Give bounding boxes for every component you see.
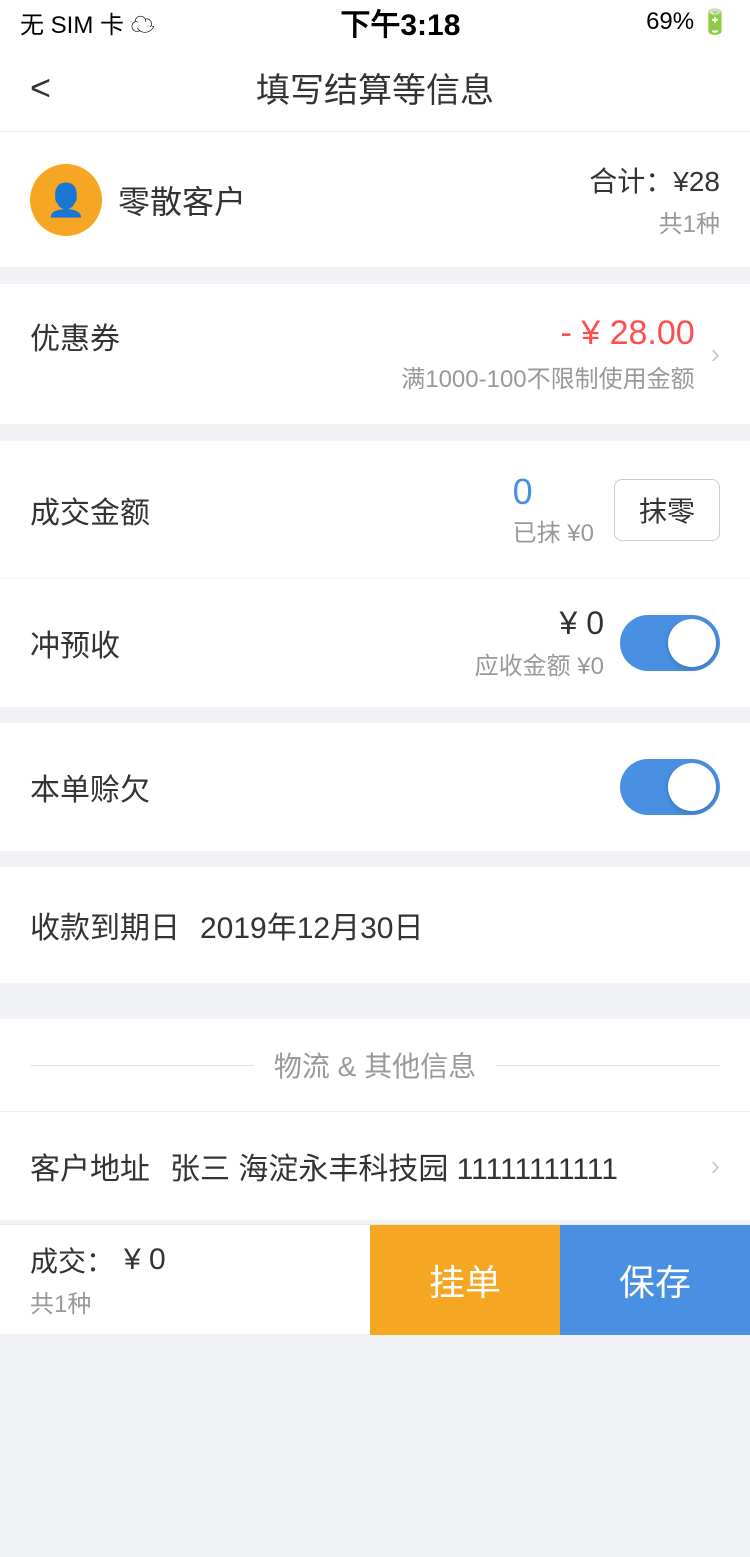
- bottom-info: 成交： ¥ 0 共1种: [0, 1240, 370, 1319]
- battery-text: 69%: [646, 8, 694, 36]
- address-chevron-icon: ›: [711, 1150, 720, 1182]
- prepay-note: 应收金额 ¥0: [475, 646, 604, 681]
- address-label: 客户地址: [30, 1144, 150, 1188]
- debt-toggle-thumb: [668, 763, 716, 811]
- content-area: 👤 零散客户 合计：¥28 共1种 优惠券 - ¥ 28.00 满1000-10…: [0, 132, 750, 1557]
- prepay-row: 冲预收 ¥ 0 应收金额 ¥0: [0, 578, 750, 707]
- customer-right: 合计：¥28 共1种: [589, 160, 720, 239]
- customer-name: 零散客户: [118, 177, 246, 223]
- coupon-value-area: - ¥ 28.00 满1000-100不限制使用金额: [401, 314, 694, 394]
- transaction-right: 0 已抹 ¥0 抹零: [513, 471, 720, 548]
- prepay-amount: ¥ 0: [475, 605, 604, 642]
- pending-button[interactable]: 挂单: [370, 1225, 560, 1335]
- coupon-amount: - ¥ 28.00: [401, 314, 694, 353]
- status-left: 无 SIM 卡 ☁: [20, 5, 155, 40]
- logistics-line-left: [30, 1065, 254, 1066]
- nav-bar: < 填写结算等信息: [0, 44, 750, 132]
- transaction-label: 成交金额: [30, 488, 170, 532]
- battery-icon: 🔋: [700, 8, 730, 37]
- save-button[interactable]: 保存: [560, 1225, 750, 1335]
- avatar-icon: 👤: [46, 181, 86, 219]
- address-row[interactable]: 客户地址 张三 海淀永丰科技园 11111111111 ›: [0, 1112, 750, 1221]
- debt-toggle[interactable]: [620, 759, 720, 815]
- status-time: 下午3:18: [340, 0, 460, 44]
- bottom-deal-label: 成交：: [30, 1240, 114, 1280]
- status-bar: 无 SIM 卡 ☁ 下午3:18 69% 🔋: [0, 0, 750, 44]
- due-date-row[interactable]: 收款到期日 2019年12月30日: [0, 867, 750, 983]
- signal-text: 无 SIM 卡 ☁: [20, 5, 155, 40]
- due-date-value: 2019年12月30日: [200, 903, 423, 947]
- logistics-header: 物流 & 其他信息: [0, 1019, 750, 1112]
- transaction-note: 已抹 ¥0: [513, 513, 594, 548]
- due-date-label: 收款到期日: [30, 903, 180, 947]
- coupon-row[interactable]: 优惠券 - ¥ 28.00 满1000-100不限制使用金额 ›: [0, 284, 750, 425]
- prepay-toggle[interactable]: [620, 615, 720, 671]
- coupon-label: 优惠券: [30, 314, 170, 358]
- bottom-count: 共1种: [30, 1284, 340, 1319]
- debt-row: 本单赊欠: [0, 723, 750, 851]
- back-button[interactable]: <: [30, 67, 51, 109]
- coupon-note: 满1000-100不限制使用金额: [401, 359, 694, 394]
- bottom-deal-value: ¥ 0: [124, 1243, 166, 1277]
- coupon-right: - ¥ 28.00 满1000-100不限制使用金额 ›: [401, 314, 720, 394]
- logistics-section: 物流 & 其他信息 客户地址 张三 海淀永丰科技园 11111111111 ›: [0, 1019, 750, 1221]
- coupon-section: 优惠券 - ¥ 28.00 满1000-100不限制使用金额 ›: [0, 284, 750, 425]
- round-zero-button[interactable]: 抹零: [614, 479, 720, 541]
- customer-avatar: 👤: [30, 164, 102, 236]
- coupon-chevron-icon: ›: [711, 338, 720, 370]
- bottom-deal: 成交： ¥ 0: [30, 1240, 340, 1280]
- transaction-value[interactable]: 0: [513, 471, 594, 513]
- debt-label: 本单赊欠: [30, 765, 150, 809]
- customer-count: 共1种: [589, 204, 720, 239]
- toggle-thumb: [668, 619, 716, 667]
- divider: [0, 999, 750, 1019]
- transaction-row: 成交金额 0 已抹 ¥0 抹零: [0, 441, 750, 578]
- transaction-section: 成交金额 0 已抹 ¥0 抹零 冲预收 ¥ 0 应收金额 ¥0: [0, 441, 750, 707]
- customer-left: 👤 零散客户: [30, 164, 246, 236]
- bottom-bar: 成交： ¥ 0 共1种 挂单 保存: [0, 1224, 750, 1334]
- status-right: 69% 🔋: [646, 8, 730, 37]
- customer-total: 合计：¥28: [589, 160, 720, 200]
- customer-row: 👤 零散客户 合计：¥28 共1种: [0, 132, 750, 268]
- prepay-right: ¥ 0 应收金额 ¥0: [475, 605, 720, 681]
- logistics-line-right: [496, 1065, 720, 1066]
- prepay-label: 冲预收: [30, 621, 170, 665]
- page-title: 填写结算等信息: [256, 63, 494, 112]
- logistics-title: 物流 & 其他信息: [274, 1045, 476, 1085]
- prepay-info: ¥ 0 应收金额 ¥0: [475, 605, 604, 681]
- address-value: 张三 海淀永丰科技园 11111111111: [170, 1144, 711, 1188]
